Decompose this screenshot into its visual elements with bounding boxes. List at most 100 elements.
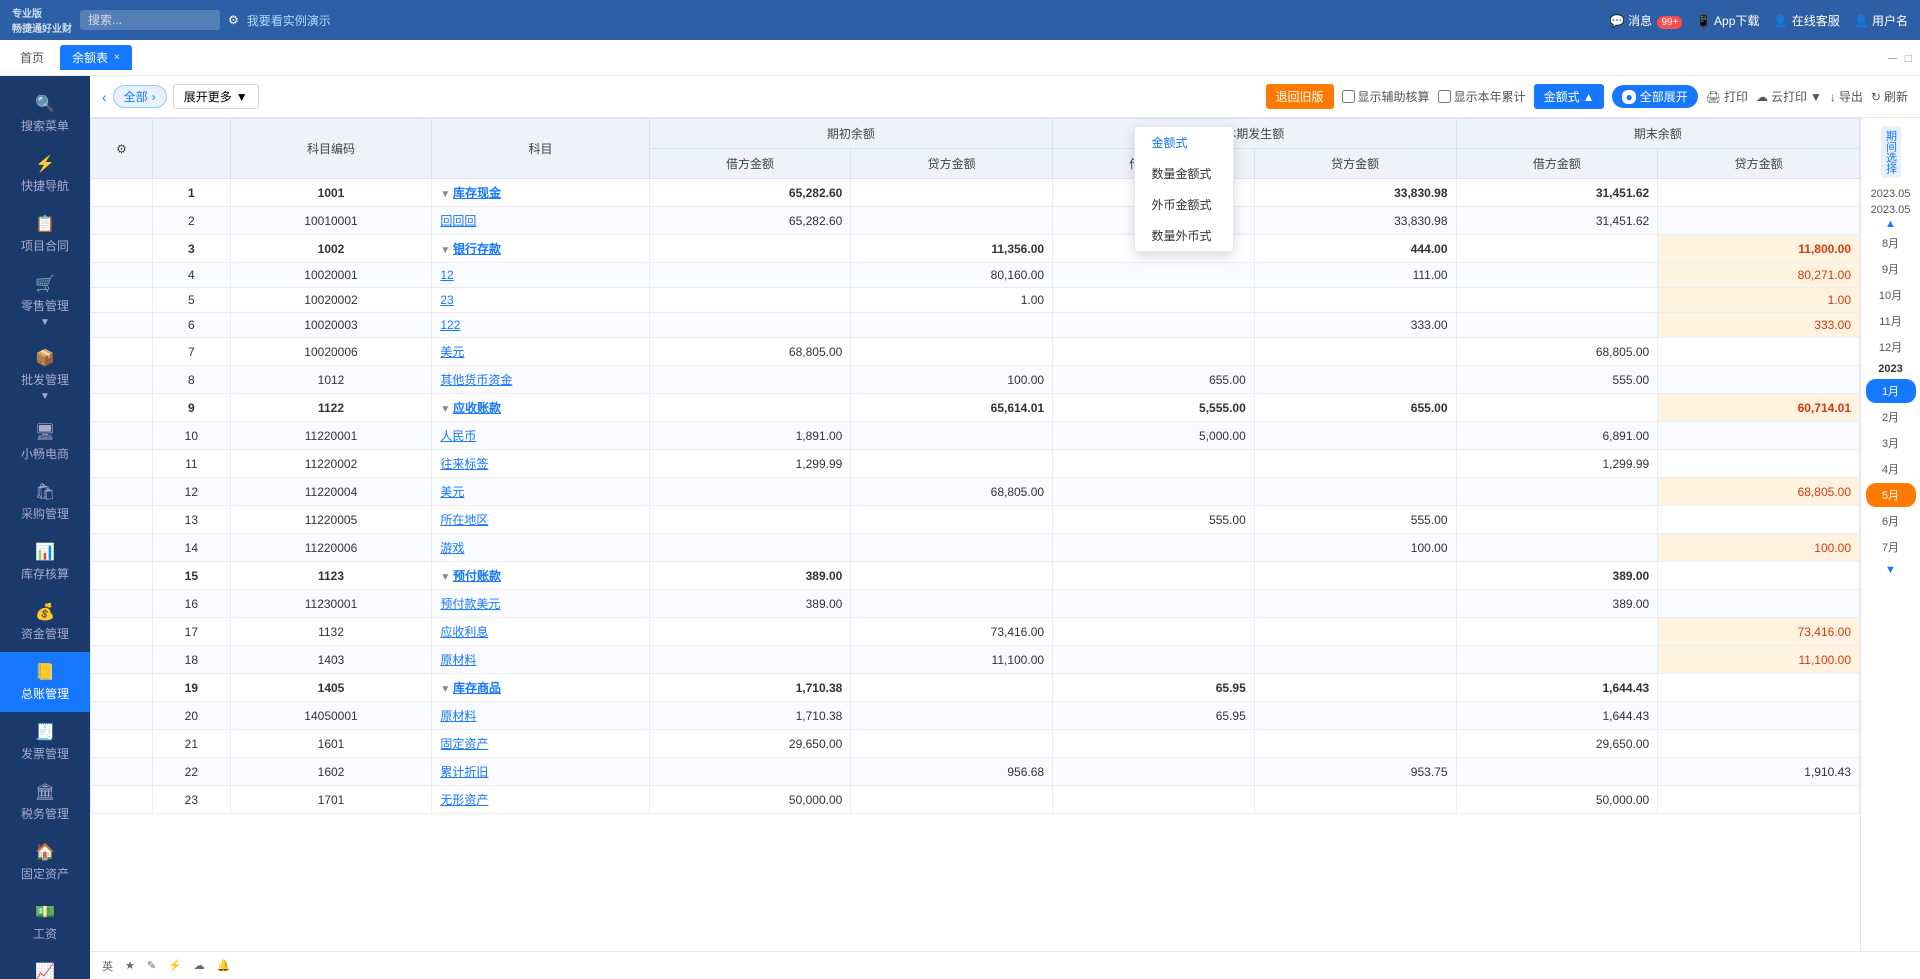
refresh-icon: ↻ bbox=[1871, 90, 1881, 104]
status-bell[interactable]: 🔔 bbox=[217, 959, 231, 972]
tab-balance[interactable]: 余额表 × bbox=[60, 45, 132, 70]
rp-month-nov[interactable]: 11月 bbox=[1866, 309, 1916, 333]
online-service-btn[interactable]: 👤 在线客服 bbox=[1773, 12, 1839, 29]
rp-month-mar[interactable]: 3月 bbox=[1866, 431, 1916, 455]
table-row: 11001▼ 库存现金65,282.6033,830.9831,451.62 bbox=[91, 179, 1860, 207]
rp-month-may[interactable]: 5月 bbox=[1866, 483, 1916, 507]
td-name[interactable]: 人民币 bbox=[432, 422, 649, 450]
cloud-print-btn[interactable]: ☁ 云打印 ▼ bbox=[1756, 88, 1822, 105]
td-name[interactable]: ▼ 预付账款 bbox=[432, 562, 649, 590]
mode-option-amount[interactable]: 金额式 bbox=[1135, 127, 1233, 158]
td-name[interactable]: ▼ 应收账款 bbox=[432, 394, 649, 422]
show-assist-check[interactable]: 显示辅助核算 bbox=[1342, 88, 1430, 105]
td-cob bbox=[851, 562, 1053, 590]
td-name[interactable]: 原材料 bbox=[432, 702, 649, 730]
rp-month-aug[interactable]: 8月 bbox=[1866, 231, 1916, 255]
expand-more-btn[interactable]: 展开更多 ▼ bbox=[173, 84, 259, 109]
rp-month-jul[interactable]: 7月 bbox=[1866, 535, 1916, 559]
rp-month-oct[interactable]: 10月 bbox=[1866, 283, 1916, 307]
sidebar-item-inventory[interactable]: 📊 库存核算 bbox=[0, 532, 90, 592]
sidebar-item-project[interactable]: 📋 项目合同 bbox=[0, 204, 90, 264]
table-settings-icon[interactable]: ⚙ bbox=[116, 142, 127, 156]
refresh-btn[interactable]: ↻ 刷新 bbox=[1871, 88, 1908, 105]
sidebar-item-retail[interactable]: 🛒 零售管理 ▼ bbox=[0, 264, 90, 338]
rp-month-jan[interactable]: 1月 bbox=[1866, 379, 1916, 403]
td-rowno: 20 bbox=[153, 702, 231, 730]
print-btn[interactable]: 🖨 打印 bbox=[1706, 88, 1748, 105]
sidebar-item-purchase[interactable]: 🛍 采购管理 bbox=[0, 472, 90, 532]
td-dob bbox=[649, 618, 851, 646]
rp-month-jun[interactable]: 6月 bbox=[1866, 509, 1916, 533]
demo-link[interactable]: 我要看实例演示 bbox=[247, 12, 331, 29]
toggle-all-btn[interactable]: ● 全部展开 bbox=[1612, 85, 1697, 108]
td-rowno: 19 bbox=[153, 674, 231, 702]
top-search-input[interactable] bbox=[80, 10, 220, 30]
sidebar-item-tax[interactable]: 🏛 税务管理 bbox=[0, 772, 90, 832]
show-ytd-check[interactable]: 显示本年累计 bbox=[1438, 88, 1526, 105]
breadcrumb-back-icon[interactable]: ‹ bbox=[102, 89, 107, 105]
th-settings[interactable]: ⚙ bbox=[91, 119, 153, 179]
cloud-print-dropdown-icon: ▼ bbox=[1810, 90, 1822, 104]
rp-month-sep[interactable]: 9月 bbox=[1866, 257, 1916, 281]
td-rowno: 9 bbox=[153, 394, 231, 422]
td-dcu: 555.00 bbox=[1053, 506, 1255, 534]
td-name[interactable]: 美元 bbox=[432, 478, 649, 506]
rp-scroll-down[interactable]: ▼ bbox=[1885, 564, 1896, 576]
window-maximize[interactable]: □ bbox=[1905, 51, 1912, 65]
status-star[interactable]: ★ bbox=[125, 959, 135, 972]
mode-option-fx-amount[interactable]: 外币金额式 bbox=[1135, 189, 1233, 220]
ytd-checkbox[interactable] bbox=[1438, 90, 1451, 103]
mode-btn[interactable]: 金额式 ▲ bbox=[1534, 84, 1605, 109]
app-download-btn[interactable]: 📱 App下载 bbox=[1696, 12, 1759, 29]
sidebar-item-assets[interactable]: 🏠 固定资产 bbox=[0, 832, 90, 892]
settings-icon[interactable]: ⚙ bbox=[228, 13, 239, 27]
td-name[interactable]: 12 bbox=[432, 263, 649, 288]
sidebar-item-ledger[interactable]: 📒 总账管理 bbox=[0, 652, 90, 712]
sidebar-item-payroll[interactable]: 💵 工资 bbox=[0, 892, 90, 952]
td-name[interactable]: 预付款美元 bbox=[432, 590, 649, 618]
tab-close-icon[interactable]: × bbox=[114, 52, 120, 63]
table-row: 221602累计折旧956.68953.751,910.43 bbox=[91, 758, 1860, 786]
assist-checkbox[interactable] bbox=[1342, 90, 1355, 103]
td-name[interactable]: 固定资产 bbox=[432, 730, 649, 758]
td-name[interactable]: ▼ 银行存款 bbox=[432, 235, 649, 263]
td-name[interactable]: 无形资产 bbox=[432, 786, 649, 814]
td-name[interactable]: 应收利息 bbox=[432, 618, 649, 646]
sidebar-item-wholesale[interactable]: 📦 批发管理 ▼ bbox=[0, 338, 90, 412]
user-avatar[interactable]: 👤 用户名 bbox=[1854, 12, 1908, 29]
message-btn[interactable]: 💬 消息 99+ bbox=[1610, 12, 1683, 29]
td-name[interactable]: ▼ 库存商品 bbox=[432, 674, 649, 702]
td-name[interactable]: 122 bbox=[432, 313, 649, 338]
rp-month-apr[interactable]: 4月 bbox=[1866, 457, 1916, 481]
export-btn[interactable]: ↓ 导出 bbox=[1830, 88, 1863, 105]
mode-option-qty-fx[interactable]: 数量外币式 bbox=[1135, 220, 1233, 251]
return-old-btn[interactable]: 退回旧版 bbox=[1266, 84, 1334, 109]
invoice-icon: 🧾 bbox=[4, 722, 86, 742]
status-lang[interactable]: 英 bbox=[102, 958, 113, 974]
sidebar-item-search[interactable]: 🔍 搜索菜单 bbox=[0, 84, 90, 144]
sidebar-item-finance[interactable]: 💰 资金管理 bbox=[0, 592, 90, 652]
td-name[interactable]: 所在地区 bbox=[432, 506, 649, 534]
td-name[interactable]: 23 bbox=[432, 288, 649, 313]
window-minimize[interactable]: ─ bbox=[1888, 51, 1897, 65]
sidebar-item-operations[interactable]: 📈 经营管理 bbox=[0, 952, 90, 979]
mode-option-qty-amount[interactable]: 数量金额式 bbox=[1135, 158, 1233, 189]
td-name[interactable]: 累计折旧 bbox=[432, 758, 649, 786]
sidebar-item-ecommerce[interactable]: 🖥 小畅电商 bbox=[0, 412, 90, 472]
status-cloud[interactable]: ☁ bbox=[194, 959, 205, 972]
status-flash[interactable]: ⚡ bbox=[168, 959, 182, 972]
tab-home[interactable]: 首页 bbox=[8, 45, 56, 70]
td-name[interactable]: 往来标签 bbox=[432, 450, 649, 478]
status-edit[interactable]: ✎ bbox=[147, 959, 156, 972]
td-name[interactable]: 原材料 bbox=[432, 646, 649, 674]
td-name[interactable]: 游戏 bbox=[432, 534, 649, 562]
sidebar-item-invoice[interactable]: 🧾 发票管理 bbox=[0, 712, 90, 772]
td-name[interactable]: 回回回 bbox=[432, 207, 649, 235]
td-name[interactable]: 美元 bbox=[432, 338, 649, 366]
rp-scroll-up[interactable]: ▲ bbox=[1885, 218, 1896, 230]
sidebar-item-quicknav[interactable]: ⚡ 快捷导航 bbox=[0, 144, 90, 204]
rp-month-feb[interactable]: 2月 bbox=[1866, 405, 1916, 429]
td-name[interactable]: 其他货币资金 bbox=[432, 366, 649, 394]
rp-month-dec[interactable]: 12月 bbox=[1866, 335, 1916, 359]
td-name[interactable]: ▼ 库存现金 bbox=[432, 179, 649, 207]
